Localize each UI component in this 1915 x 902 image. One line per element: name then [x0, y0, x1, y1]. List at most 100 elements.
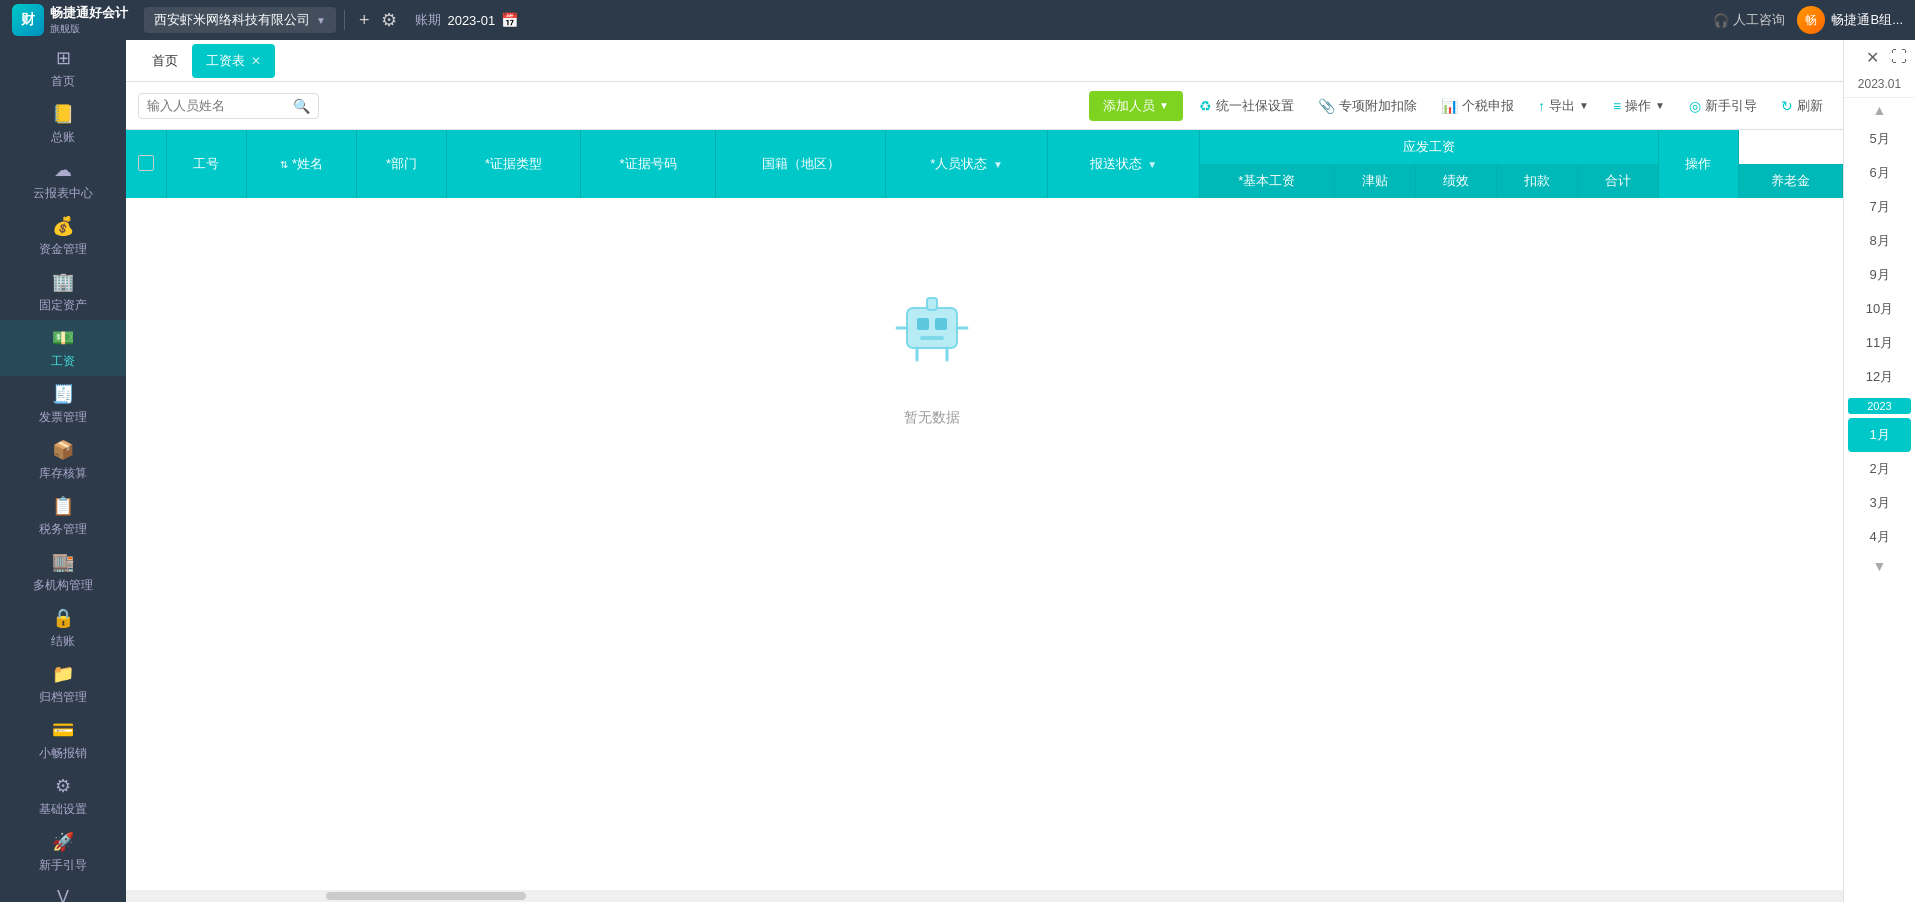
logo-text-group: 畅捷通好会计 旗舰版: [50, 4, 128, 36]
actions-icon: ≡: [1613, 98, 1621, 114]
special-label: 专项附加扣除: [1339, 97, 1417, 115]
panel-down-arrow[interactable]: ▼: [1844, 554, 1915, 578]
tab-close-icon[interactable]: ✕: [251, 54, 261, 68]
sidebar-icon-7: 📦: [52, 439, 74, 461]
sidebar-item-0[interactable]: ⊞ 首页: [0, 40, 126, 96]
sidebar-icon-1: 📒: [52, 103, 74, 125]
expand-panel-button[interactable]: ⛶: [1887, 44, 1911, 71]
horizontal-scrollbar[interactable]: [126, 890, 1843, 902]
top-divider: [344, 10, 345, 30]
actions-button[interactable]: ≡ 操作 ▼: [1605, 93, 1673, 119]
sidebar-icon-8: 📋: [52, 495, 74, 517]
sidebar-icon-2: ☁: [54, 159, 72, 181]
month-item-9[interactable]: 2月: [1844, 452, 1915, 486]
add-person-button[interactable]: 添加人员 ▼: [1089, 91, 1183, 121]
export-button[interactable]: ↑ 导出 ▼: [1530, 93, 1597, 119]
report-status-filter-icon[interactable]: ▼: [1147, 159, 1157, 170]
sidebar-item-9[interactable]: 🏬 多机构管理: [0, 544, 126, 600]
guide-label: 新手引导: [1705, 97, 1757, 115]
sidebar-item-8[interactable]: 📋 税务管理: [0, 488, 126, 544]
table-scroll-wrap: 工号 ⇅ *姓名 *部门 *证据类型 *证据号码 国籍（地区） *人员状态 ▼: [126, 130, 1843, 507]
sidebar-icon-10: 🔒: [52, 607, 74, 629]
guide-button[interactable]: ◎ 新手引导: [1681, 93, 1765, 119]
logo-icon-text: 财: [21, 11, 35, 29]
th-name: ⇅ *姓名: [247, 130, 357, 198]
tax-report-button[interactable]: 📊 个税申报: [1433, 93, 1522, 119]
user-info: 畅 畅捷通B组...: [1797, 6, 1903, 34]
sidebar-label-7: 库存核算: [39, 465, 87, 482]
export-icon: ↑: [1538, 98, 1545, 114]
sidebar: ⊞ 首页📒 总账☁ 云报表中心💰 资金管理🏢 固定资产💵 工资🧾 发票管理 📦: [0, 40, 126, 902]
th-operations: 操作: [1658, 130, 1739, 198]
logo-text: 畅捷通好会计: [50, 4, 128, 22]
user-avatar: 畅: [1797, 6, 1825, 34]
tax-icon: 📊: [1441, 98, 1458, 114]
month-item-11[interactable]: 4月: [1844, 520, 1915, 554]
months-list: 5月6月7月8月9月10月11月12月20231月2月3月4月: [1844, 122, 1915, 554]
refresh-button[interactable]: ↻ 刷新: [1773, 93, 1831, 119]
sidebar-item-14[interactable]: 🚀 新手引导: [0, 824, 126, 880]
select-all-checkbox[interactable]: [138, 155, 154, 171]
month-item-2[interactable]: 7月: [1844, 190, 1915, 224]
sidebar-label-3: 资金管理: [39, 241, 87, 258]
sidebar-label-10: 结账: [51, 633, 75, 650]
sidebar-item-13[interactable]: ⚙ 基础设置: [0, 768, 126, 824]
export-arrow-icon: ▼: [1579, 100, 1589, 111]
sidebar-label-14: 新手引导: [39, 857, 87, 874]
empty-state: 暂无数据: [126, 198, 1739, 507]
month-item-8[interactable]: 1月: [1848, 418, 1911, 452]
month-item-10[interactable]: 3月: [1844, 486, 1915, 520]
period-value: 2023-01: [447, 13, 495, 28]
calendar-icon[interactable]: 📅: [501, 12, 518, 28]
sidebar-item-2[interactable]: ☁ 云报表中心: [0, 152, 126, 208]
month-item-4[interactable]: 9月: [1844, 258, 1915, 292]
social-insurance-button[interactable]: ♻ 统一社保设置: [1191, 93, 1302, 119]
scrollbar-thumb[interactable]: [326, 892, 526, 900]
search-input[interactable]: [147, 98, 287, 113]
svg-rect-4: [927, 298, 937, 310]
actions-arrow-icon: ▼: [1655, 100, 1665, 111]
period-info: 账期 2023-01 📅: [415, 11, 518, 29]
settings-button[interactable]: ⚙: [375, 5, 403, 35]
sidebar-item-11[interactable]: 📁 归档管理: [0, 656, 126, 712]
add-person-label: 添加人员: [1103, 97, 1155, 115]
checkbox-header[interactable]: [126, 130, 166, 198]
table-header-row1: 工号 ⇅ *姓名 *部门 *证据类型 *证据号码 国籍（地区） *人员状态 ▼: [126, 130, 1843, 164]
sidebar-item-1[interactable]: 📒 总账: [0, 96, 126, 152]
sidebar-item-7[interactable]: 📦 库存核算: [0, 432, 126, 488]
support-button[interactable]: 🎧 人工咨询: [1713, 11, 1785, 29]
salary-table: 工号 ⇅ *姓名 *部门 *证据类型 *证据号码 国籍（地区） *人员状态 ▼: [126, 130, 1843, 507]
close-panel-button[interactable]: ✕: [1862, 44, 1883, 71]
sidebar-item-4[interactable]: 🏢 固定资产: [0, 264, 126, 320]
month-item-0[interactable]: 5月: [1844, 122, 1915, 156]
chevron-down-icon: ▼: [316, 15, 326, 26]
month-item-5[interactable]: 10月: [1844, 292, 1915, 326]
sidebar-item-5[interactable]: 💵 工资: [0, 320, 126, 376]
tab-salary[interactable]: 工资表 ✕: [192, 44, 275, 78]
logo-icon: 财: [12, 4, 44, 36]
month-item-3[interactable]: 8月: [1844, 224, 1915, 258]
sidebar-item-10[interactable]: 🔒 结账: [0, 600, 126, 656]
sidebar-label-13: 基础设置: [39, 801, 87, 818]
app-container: 财 畅捷通好会计 旗舰版 西安虾米网络科技有限公司 ▼ + ⚙ 账期 2023-…: [0, 0, 1915, 902]
sidebar-item-6[interactable]: 🧾 发票管理: [0, 376, 126, 432]
company-selector[interactable]: 西安虾米网络科技有限公司 ▼: [144, 7, 336, 33]
sidebar-item-15[interactable]: V 畅会员: [0, 880, 126, 902]
content-area: 首页 工资表 ✕ 🔍 添加人员 ▼ ♻: [126, 40, 1843, 902]
sidebar-item-3[interactable]: 💰 资金管理: [0, 208, 126, 264]
special-deduction-button[interactable]: 📎 专项附加扣除: [1310, 93, 1425, 119]
sidebar-icon-15: V: [57, 887, 69, 902]
tab-home[interactable]: 首页: [138, 44, 192, 78]
toolbar: 🔍 添加人员 ▼ ♻ 统一社保设置 📎 专项附加扣除 📊 个税申报: [126, 82, 1843, 130]
personnel-status-filter-icon[interactable]: ▼: [993, 159, 1003, 170]
svg-rect-1: [917, 318, 929, 330]
month-item-7[interactable]: 12月: [1844, 360, 1915, 394]
sidebar-label-11: 归档管理: [39, 689, 87, 706]
month-item-6[interactable]: 11月: [1844, 326, 1915, 360]
th-pension: 养老金: [1739, 164, 1843, 198]
panel-up-arrow[interactable]: ▲: [1844, 98, 1915, 122]
add-company-button[interactable]: +: [353, 6, 376, 35]
sidebar-item-12[interactable]: 💳 小畅报销: [0, 712, 126, 768]
main-area: ⊞ 首页📒 总账☁ 云报表中心💰 资金管理🏢 固定资产💵 工资🧾 发票管理 📦: [0, 40, 1915, 902]
month-item-1[interactable]: 6月: [1844, 156, 1915, 190]
